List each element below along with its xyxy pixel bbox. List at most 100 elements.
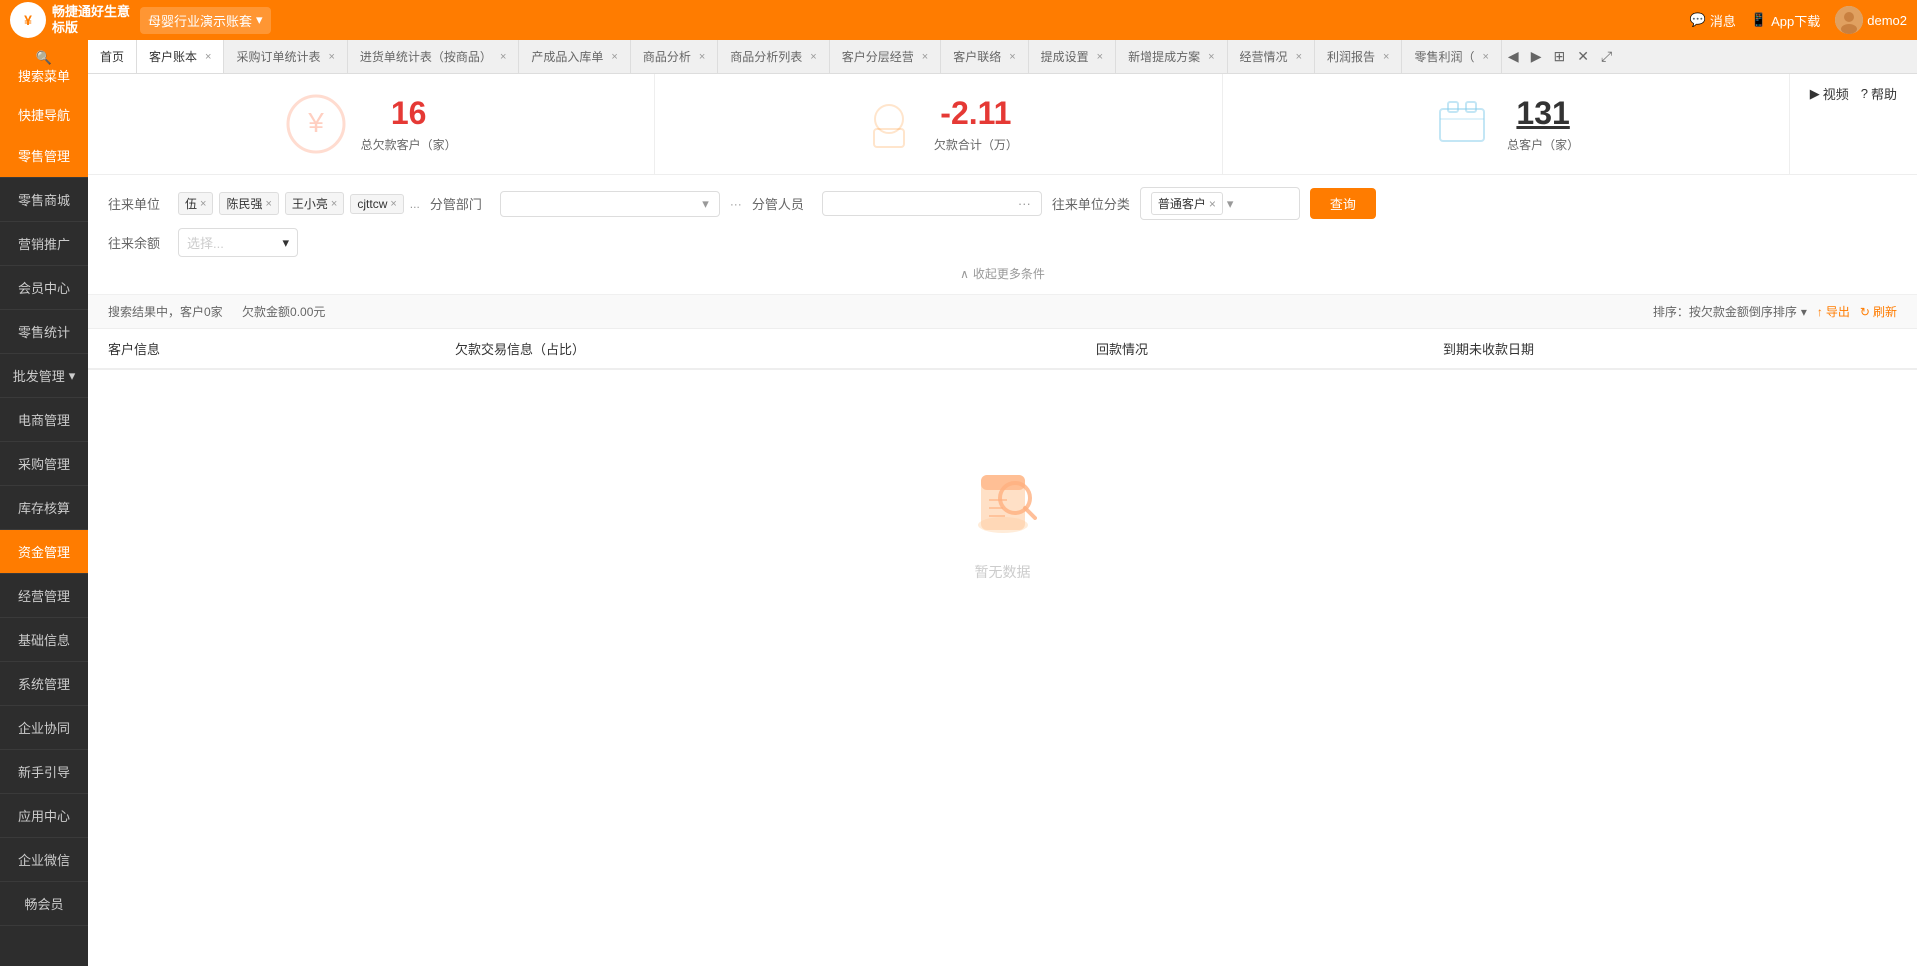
sidebar-item-retail[interactable]: 零售管理 xyxy=(0,134,88,178)
export-label: 导出 xyxy=(1826,303,1850,320)
sidebar-item-retail-stats[interactable]: 零售统计 xyxy=(0,310,88,354)
tab-retail-profit-close[interactable]: × xyxy=(1482,51,1488,63)
sidebar-item-app-center[interactable]: 应用中心 xyxy=(0,794,88,838)
tab-purchase-order-stats[interactable]: 采购订单统计表 × xyxy=(224,40,347,73)
sidebar-item-marketing[interactable]: 营销推广 xyxy=(0,222,88,266)
tab-customer-accounts-close[interactable]: × xyxy=(205,51,211,63)
tab-business-situation-close[interactable]: × xyxy=(1296,51,1302,63)
sidebar: 🔍 搜索菜单 快捷导航 零售管理 零售商城 营销推广 会员中心 零售统计 xyxy=(0,40,88,966)
sidebar-item-system[interactable]: 系统管理 xyxy=(0,662,88,706)
search-results-bar: 搜索结果中，客户0家 欠款金额0.00元 排序：按欠款金额倒序排序 ▾ ↑ 导出 xyxy=(88,295,1917,329)
dept-more-btn[interactable]: ··· xyxy=(730,197,742,211)
tab-product-analysis-list-close[interactable]: × xyxy=(810,51,816,63)
tab-product-analysis[interactable]: 商品分析 × xyxy=(631,40,718,73)
results-count: 搜索结果中，客户0家 xyxy=(108,305,223,319)
tab-new-promotion-close[interactable]: × xyxy=(1208,51,1214,63)
col-repayment: 回款情况 xyxy=(1076,329,1423,369)
tab-profit-report-close[interactable]: × xyxy=(1383,51,1389,63)
tab-cost-inbound-close[interactable]: × xyxy=(611,51,617,63)
message-btn[interactable]: 💬 消息 xyxy=(1690,11,1736,30)
filter-more-btn[interactable]: ... xyxy=(410,197,420,211)
sidebar-item-ecommerce[interactable]: 电商管理 xyxy=(0,398,88,442)
tab-nav-menu[interactable]: ⊞ xyxy=(1547,40,1571,73)
remain-select[interactable]: 选择... ▾ xyxy=(178,228,298,257)
filter-tag-wang-close[interactable]: × xyxy=(331,198,337,210)
tab-home-label: 首页 xyxy=(100,48,124,65)
tab-product-analysis-close[interactable]: × xyxy=(699,51,705,63)
tab-customer-contact-close[interactable]: × xyxy=(1009,51,1015,63)
tab-maximize[interactable]: ⤢ xyxy=(1595,40,1618,73)
tab-customer-segment[interactable]: 客户分层经营 × xyxy=(830,40,941,73)
sidebar-item-vip-member[interactable]: 畅会员 xyxy=(0,882,88,926)
sidebar-item-finance[interactable]: 资金管理 xyxy=(0,530,88,574)
tab-purchase-order-stats-label: 采购订单统计表 xyxy=(236,48,320,65)
filter-tag-cjttcw: cjttcw × xyxy=(350,194,403,214)
sidebar-item-inventory-label: 库存核算 xyxy=(18,501,70,516)
tab-promotion-settings[interactable]: 提成设置 × xyxy=(1029,40,1116,73)
tab-new-promotion[interactable]: 新增提成方案 × xyxy=(1116,40,1227,73)
stat-total-customers-value: 16 xyxy=(361,95,457,132)
tab-product-analysis-label: 商品分析 xyxy=(643,48,691,65)
sidebar-item-member[interactable]: 会员中心 xyxy=(0,266,88,310)
export-btn[interactable]: ↑ 导出 xyxy=(1817,303,1850,320)
tab-product-analysis-list[interactable]: 商品分析列表 × xyxy=(718,40,829,73)
tab-customer-accounts[interactable]: 客户账本 × xyxy=(137,40,224,73)
sidebar-item-enterprise-coop[interactable]: 企业协同 xyxy=(0,706,88,750)
person-dropdown[interactable]: ··· xyxy=(822,191,1042,216)
top-bar: ¥ 畅捷通好生意 标版 母婴行业演示账套 ▾ 💬 消息 📱 App下载 xyxy=(0,0,1917,40)
refresh-btn[interactable]: ↻ 刷新 xyxy=(1860,303,1897,320)
query-button[interactable]: 查询 xyxy=(1310,188,1376,219)
dept-filter-label: 分管部门 xyxy=(430,194,490,213)
sidebar-item-wholesale[interactable]: 批发管理 ▾ xyxy=(0,354,88,398)
user-menu[interactable]: demo2 xyxy=(1835,6,1907,34)
tab-nav-prev[interactable]: ◀ xyxy=(1502,40,1525,73)
app-download-btn[interactable]: 📱 App下载 xyxy=(1751,11,1820,30)
sidebar-search[interactable]: 🔍 搜索菜单 xyxy=(0,40,88,95)
account-select[interactable]: 母婴行业演示账套 ▾ xyxy=(140,7,271,34)
tab-inbound-stats[interactable]: 进货单统计表（按商品） × xyxy=(348,40,519,73)
user-name: demo2 xyxy=(1867,13,1907,28)
tab-business-situation[interactable]: 经营情况 × xyxy=(1228,40,1315,73)
logo-area: ¥ 畅捷通好生意 标版 xyxy=(10,2,130,38)
remain-select-arrow: ▾ xyxy=(282,235,289,251)
tab-profit-report[interactable]: 利润报告 × xyxy=(1315,40,1402,73)
tab-retail-profit[interactable]: 零售利润（ × xyxy=(1402,40,1501,73)
collapse-btn[interactable]: ∧ 收起更多条件 xyxy=(108,265,1897,282)
filter-tag-chen: 陈民强 × xyxy=(219,192,278,215)
sidebar-item-enterprise-wechat[interactable]: 企业微信 xyxy=(0,838,88,882)
tab-inbound-stats-close[interactable]: × xyxy=(500,51,506,63)
sidebar-item-new-guide[interactable]: 新手引导 xyxy=(0,750,88,794)
content-area: 首页 客户账本 × 采购订单统计表 × 进货单统计表（按商品） × 产成品入库单… xyxy=(88,40,1917,966)
sidebar-item-basic-info-label: 基础信息 xyxy=(18,633,70,648)
stat-total-amount: -2.11 欠款合计（万） xyxy=(655,74,1222,174)
sidebar-item-purchase[interactable]: 采购管理 xyxy=(0,442,88,486)
tab-customer-contact[interactable]: 客户联络 × xyxy=(941,40,1028,73)
tab-close-all[interactable]: ✕ xyxy=(1571,40,1595,73)
filter-row-2: 往来余额 选择... ▾ xyxy=(108,228,1897,257)
tab-customer-segment-close[interactable]: × xyxy=(922,51,928,63)
help-link[interactable]: ? 帮助 xyxy=(1861,84,1897,103)
filter-tag-wu-close[interactable]: × xyxy=(200,198,206,210)
clients-icon xyxy=(1432,94,1492,154)
video-link[interactable]: ▶ 视频 xyxy=(1810,84,1849,103)
tab-nav-next[interactable]: ▶ xyxy=(1525,40,1548,73)
filter-tag-chen-close[interactable]: × xyxy=(265,198,271,210)
sidebar-item-inventory[interactable]: 库存核算 xyxy=(0,486,88,530)
data-table: 客户信息 欠款交易信息（占比） 回款情况 到期未收款日期 xyxy=(88,329,1917,662)
svg-text:¥: ¥ xyxy=(307,107,324,138)
sidebar-item-operations[interactable]: 经营管理 xyxy=(0,574,88,618)
unit-category-dropdown[interactable]: 普通客户 × ▾ xyxy=(1140,187,1300,220)
dept-dropdown[interactable]: ▾ xyxy=(500,191,720,217)
tab-purchase-order-stats-close[interactable]: × xyxy=(328,51,334,63)
tab-home[interactable]: 首页 xyxy=(88,40,137,73)
sidebar-item-retail-shop[interactable]: 零售商城 xyxy=(0,178,88,222)
video-label: 视频 xyxy=(1823,84,1849,103)
sidebar-item-system-label: 系统管理 xyxy=(18,677,70,692)
tab-cost-inbound[interactable]: 产成品入库单 × xyxy=(519,40,630,73)
customer-category-tag-close[interactable]: × xyxy=(1209,197,1216,211)
sort-select[interactable]: 排序：按欠款金额倒序排序 ▾ xyxy=(1653,303,1807,320)
tab-promotion-settings-close[interactable]: × xyxy=(1097,51,1103,63)
sidebar-item-basic-info[interactable]: 基础信息 xyxy=(0,618,88,662)
filter-tag-cjttcw-close[interactable]: × xyxy=(390,198,396,210)
sidebar-quick-nav[interactable]: 快捷导航 xyxy=(0,95,88,134)
